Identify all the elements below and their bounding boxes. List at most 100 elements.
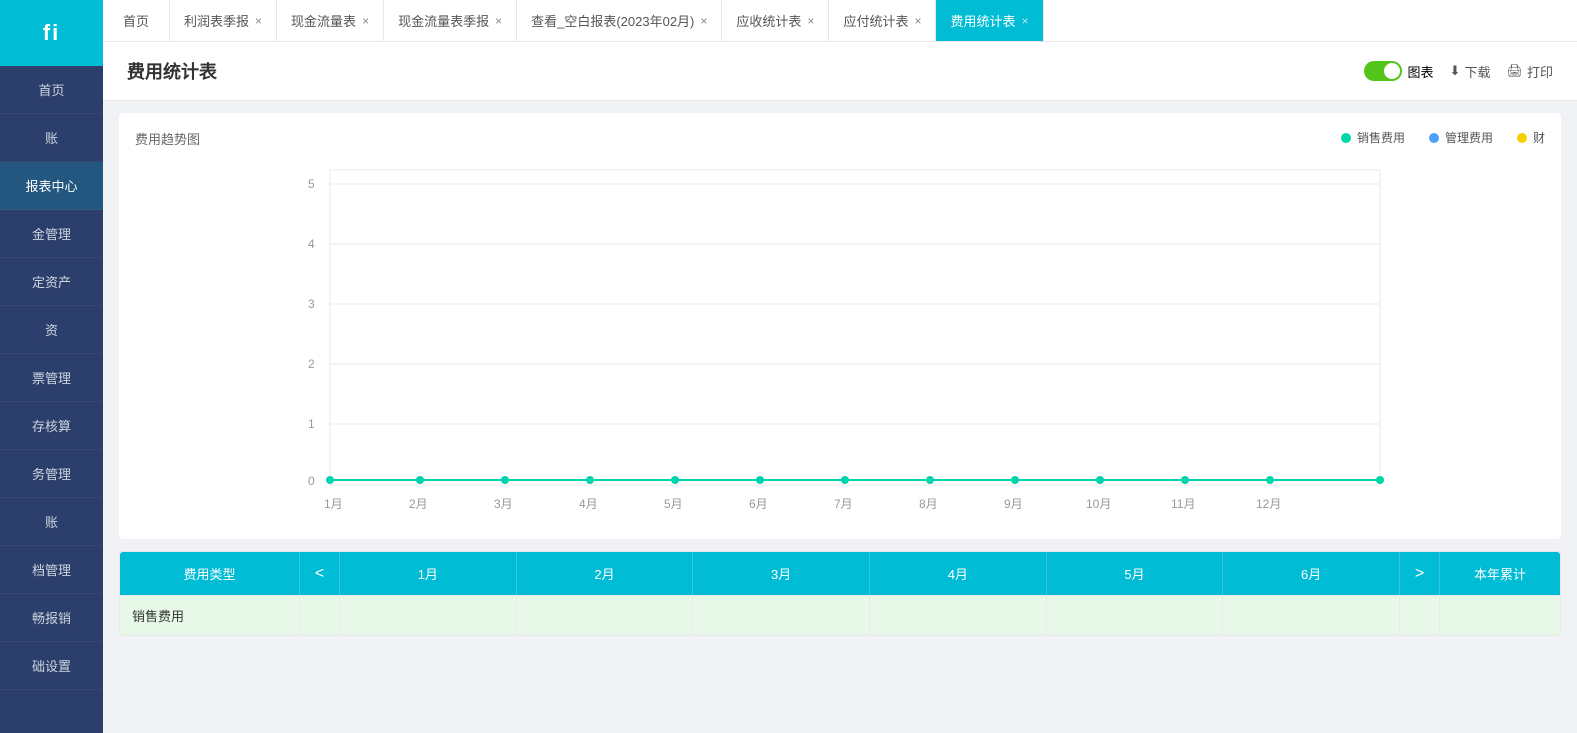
sidebar: fi 首页 账 报表中心 金管理 定资产 资 票管理 存核算 务管理 账 档管理…	[0, 0, 103, 733]
td-expense-name: 销售费用	[120, 596, 300, 635]
close-icon[interactable]: ×	[255, 14, 262, 28]
data-table-section: 费用类型 < 1月 2月 3月 4月 5月	[119, 551, 1561, 636]
prev-arrow-icon[interactable]: <	[315, 565, 324, 583]
sidebar-item-account[interactable]: 账	[0, 114, 103, 162]
sidebar-item-finance[interactable]: 金管理	[0, 210, 103, 258]
page-header: 费用统计表 图表 ⬇ 下载 🖨 打印	[103, 42, 1577, 101]
table-row: 销售费用	[120, 595, 1560, 635]
close-icon[interactable]: ×	[807, 14, 814, 28]
svg-text:9月: 9月	[1004, 497, 1023, 511]
svg-text:1月: 1月	[324, 497, 343, 511]
legend-finance: 财	[1517, 129, 1545, 146]
close-icon[interactable]: ×	[495, 14, 502, 28]
th-nav-next[interactable]: >	[1400, 552, 1440, 595]
svg-text:7月: 7月	[834, 497, 853, 511]
td-apr	[870, 596, 1047, 635]
tab-blank-report[interactable]: 查看_空白报表(2023年02月) ×	[517, 0, 722, 41]
sidebar-item-service[interactable]: 务管理	[0, 450, 103, 498]
table-header: 费用类型 < 1月 2月 3月 4月 5月	[120, 552, 1560, 595]
sidebar-item-reimbursement[interactable]: 畅报销	[0, 594, 103, 642]
th-month-5: 5月	[1047, 552, 1224, 595]
legend-dot-sales	[1341, 133, 1351, 143]
download-button[interactable]: ⬇ 下载	[1450, 62, 1491, 81]
chart-title: 费用趋势图	[135, 129, 200, 148]
legend-dot-admin	[1429, 133, 1439, 143]
tab-expense[interactable]: 费用统计表 ×	[936, 0, 1043, 41]
download-icon: ⬇	[1450, 63, 1461, 79]
th-month-4: 4月	[870, 552, 1047, 595]
sidebar-logo: fi	[0, 0, 103, 66]
tab-payable[interactable]: 应付统计表 ×	[829, 0, 936, 41]
td-empty-1	[300, 596, 340, 635]
chart-toggle-label: 图表	[1408, 62, 1434, 81]
sidebar-item-home[interactable]: 首页	[0, 66, 103, 114]
svg-text:6月: 6月	[749, 497, 768, 511]
tab-home[interactable]: 首页	[103, 0, 170, 41]
sidebar-item-resource[interactable]: 资	[0, 306, 103, 354]
page-title: 费用统计表	[127, 58, 217, 84]
th-expense-type: 费用类型	[120, 552, 300, 595]
svg-text:3月: 3月	[494, 497, 513, 511]
legend-label-finance: 财	[1533, 129, 1545, 146]
chart-container: 5 4 3 2 1 0	[135, 160, 1545, 523]
svg-text:8月: 8月	[919, 497, 938, 511]
chart-toggle-group: 图表	[1364, 61, 1434, 81]
svg-text:10月: 10月	[1086, 497, 1111, 511]
content-area: 费用统计表 图表 ⬇ 下载 🖨 打印 费用趋势图	[103, 42, 1577, 733]
svg-text:2月: 2月	[409, 497, 428, 511]
tab-receivable[interactable]: 应收统计表 ×	[722, 0, 829, 41]
svg-text:12月: 12月	[1256, 497, 1281, 511]
tab-cashflow[interactable]: 现金流量表 ×	[277, 0, 384, 41]
tab-bar: 首页 利润表季报 × 现金流量表 × 现金流量表季报 × 查看_空白报表(202…	[103, 0, 1577, 42]
print-button[interactable]: 🖨 打印	[1506, 62, 1553, 81]
svg-text:2: 2	[308, 357, 315, 371]
sidebar-item-inventory[interactable]: 存核算	[0, 402, 103, 450]
td-ytd	[1440, 596, 1560, 635]
close-icon[interactable]: ×	[1021, 14, 1028, 28]
td-empty-2	[1400, 596, 1440, 635]
svg-text:11月: 11月	[1171, 497, 1195, 511]
td-jan	[340, 596, 517, 635]
close-icon[interactable]: ×	[914, 14, 921, 28]
main-area: 首页 利润表季报 × 现金流量表 × 现金流量表季报 × 查看_空白报表(202…	[103, 0, 1577, 733]
legend-label-admin: 管理费用	[1445, 129, 1493, 146]
legend-label-sales: 销售费用	[1357, 129, 1405, 146]
th-month-3: 3月	[693, 552, 870, 595]
trend-chart: 5 4 3 2 1 0	[135, 160, 1545, 520]
sidebar-item-ledger[interactable]: 账	[0, 498, 103, 546]
legend-admin: 管理费用	[1429, 129, 1493, 146]
next-arrow-icon[interactable]: >	[1415, 565, 1424, 583]
sidebar-item-settings[interactable]: 础设置	[0, 642, 103, 690]
sidebar-item-assets[interactable]: 定资产	[0, 258, 103, 306]
sidebar-item-archive[interactable]: 档管理	[0, 546, 103, 594]
close-icon[interactable]: ×	[700, 14, 707, 28]
chart-legend: 销售费用 管理费用 财	[1341, 129, 1545, 146]
td-feb	[517, 596, 694, 635]
tab-cashflow-quarterly[interactable]: 现金流量表季报 ×	[384, 0, 517, 41]
svg-text:4: 4	[308, 237, 315, 251]
svg-text:4月: 4月	[579, 497, 598, 511]
sidebar-item-invoice[interactable]: 票管理	[0, 354, 103, 402]
svg-text:5月: 5月	[664, 497, 683, 511]
th-nav-prev[interactable]: <	[300, 552, 340, 595]
tab-profit-quarterly[interactable]: 利润表季报 ×	[170, 0, 277, 41]
print-icon: 🖨	[1506, 63, 1523, 79]
th-month-1: 1月	[340, 552, 517, 595]
td-may	[1047, 596, 1224, 635]
chart-toggle[interactable]	[1364, 61, 1402, 81]
legend-dot-finance	[1517, 133, 1527, 143]
sidebar-item-reports[interactable]: 报表中心	[0, 162, 103, 210]
chart-section: 费用趋势图 销售费用 管理费用 财	[119, 113, 1561, 539]
svg-text:5: 5	[308, 177, 315, 191]
svg-text:3: 3	[308, 297, 315, 311]
legend-sales: 销售费用	[1341, 129, 1405, 146]
th-month-2: 2月	[517, 552, 694, 595]
th-year-total: 本年累计	[1440, 552, 1560, 595]
svg-text:0: 0	[308, 474, 315, 488]
td-mar	[693, 596, 870, 635]
th-month-6: 6月	[1223, 552, 1400, 595]
close-icon[interactable]: ×	[362, 14, 369, 28]
td-jun	[1223, 596, 1400, 635]
header-actions: 图表 ⬇ 下载 🖨 打印	[1364, 61, 1553, 81]
svg-text:1: 1	[308, 417, 315, 431]
